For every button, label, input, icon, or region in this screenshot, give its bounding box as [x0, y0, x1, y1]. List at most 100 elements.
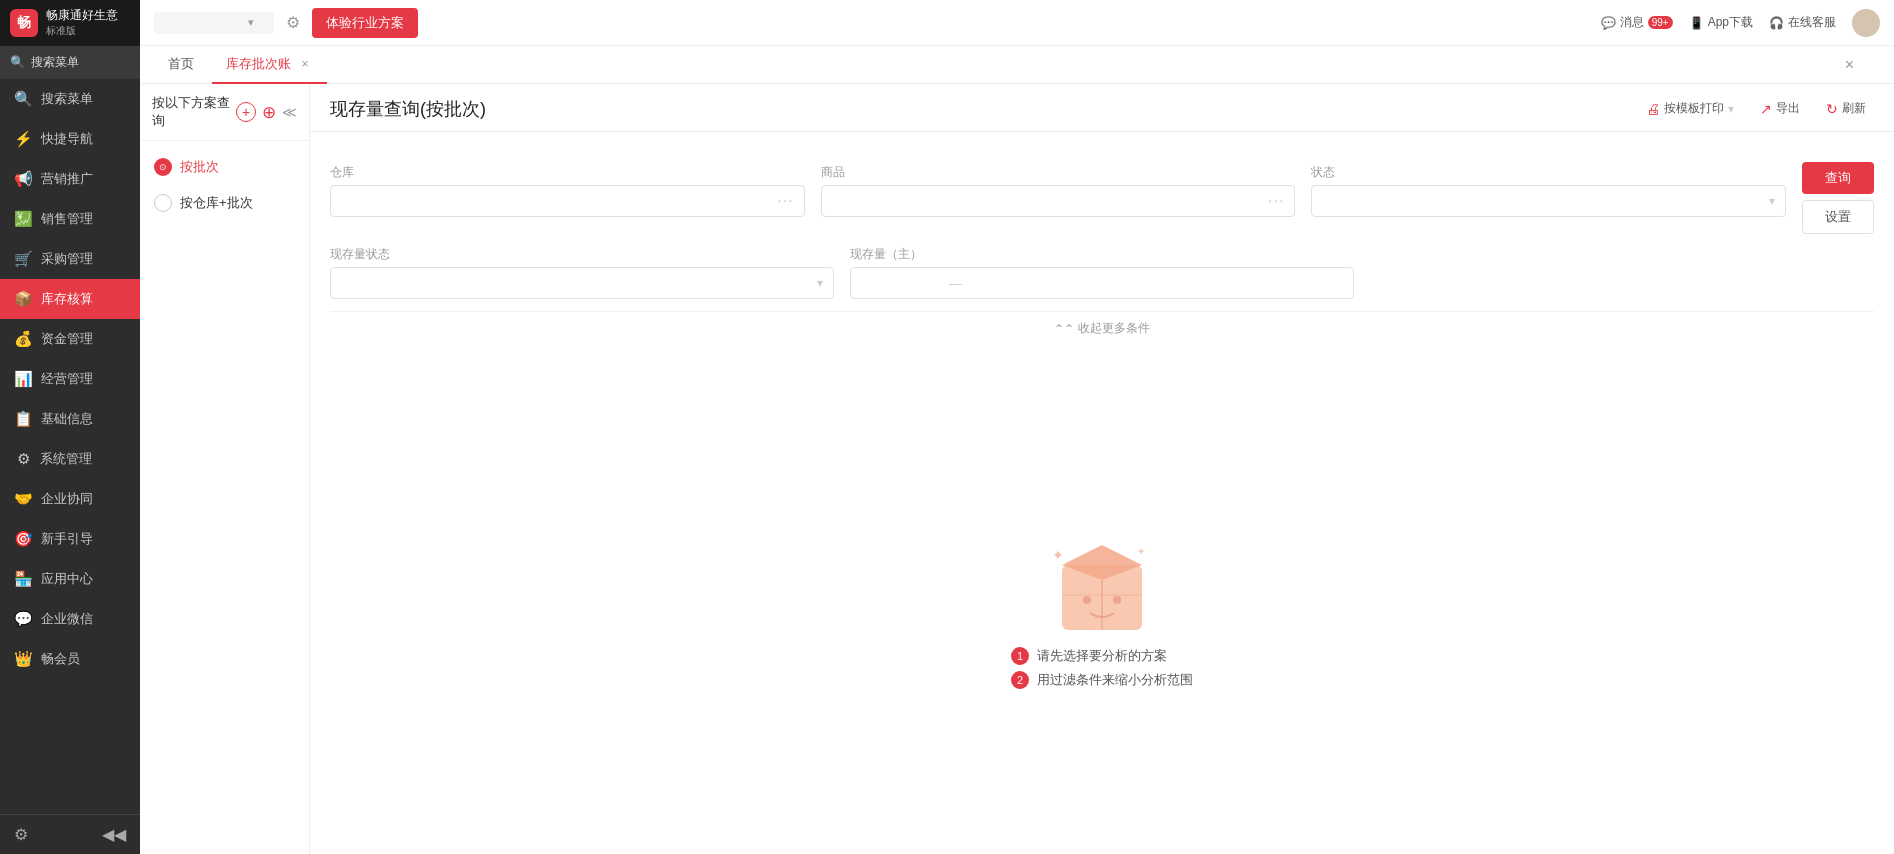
trial-btn[interactable]: 体验行业方案 — [312, 8, 418, 38]
empty-hints: 1 请先选择要分析的方案 2 用过滤条件来缩小分析范围 — [1011, 647, 1193, 689]
collapse-conditions-btn[interactable]: ⌃⌃ 收起更多条件 — [330, 311, 1874, 345]
messages-btn[interactable]: 💬 消息 99+ — [1601, 14, 1673, 31]
plan-item-by-batch[interactable]: ⊙ 按批次 — [140, 149, 309, 185]
sidebar-item-label: 企业协同 — [41, 490, 93, 508]
sidebar-item-operations[interactable]: 📊 经营管理 — [0, 359, 140, 399]
left-panel-header: 按以下方案查询 + ⊕ ≪ — [140, 84, 309, 141]
inventory-status-filter-group: 现存量状态 ▾ — [330, 246, 834, 299]
inventory-main-to[interactable] — [970, 276, 1050, 291]
settings-bottom-icon[interactable]: ⚙ — [14, 825, 28, 844]
settings-btn[interactable]: 设置 — [1802, 200, 1874, 234]
status-label: 状态 — [1311, 164, 1786, 181]
inventory-main-from[interactable] — [861, 276, 941, 291]
plan-item-label: 按批次 — [180, 158, 219, 176]
sidebar-search[interactable]: 🔍 搜索菜单 — [0, 46, 140, 79]
app-download-btn[interactable]: 📱 App下载 — [1689, 14, 1753, 31]
filter-row-1: 仓库 ··· 商品 ··· — [330, 146, 1874, 234]
inventory-status-select[interactable]: ▾ — [330, 267, 834, 299]
quick-nav-icon: ⚡ — [14, 130, 33, 148]
empty-hint-1: 1 请先选择要分析的方案 — [1011, 647, 1193, 665]
tab-home[interactable]: 首页 — [154, 46, 208, 84]
sidebar-item-sales[interactable]: 💹 销售管理 — [0, 199, 140, 239]
status-select[interactable]: ▾ — [1311, 185, 1786, 217]
sales-icon: 💹 — [14, 210, 33, 228]
hint-num-1: 1 — [1011, 647, 1029, 665]
appstore-icon: 🏪 — [14, 570, 33, 588]
app-logo: 畅 — [10, 9, 38, 37]
warehouse-input[interactable]: ··· — [330, 185, 805, 217]
svg-point-7 — [1113, 596, 1121, 604]
main-content: ▾ ⚙ 体验行业方案 💬 消息 99+ 📱 App下载 🎧 在线客服 首页 — [140, 0, 1894, 854]
range-dash: — — [949, 276, 962, 291]
settings-plan-icon[interactable]: ⊕ — [262, 102, 276, 123]
sidebar-item-finance[interactable]: 💰 资金管理 — [0, 319, 140, 359]
refresh-label: 刷新 — [1842, 100, 1866, 117]
empty-box-svg: ✦ ✦ — [1042, 525, 1162, 635]
tab-close-icon[interactable]: × — [297, 56, 313, 72]
plan-item-by-warehouse-batch[interactable]: 按仓库+批次 — [140, 185, 309, 221]
finance-icon: 💰 — [14, 330, 33, 348]
collapse-sidebar-icon[interactable]: ◀◀ — [102, 825, 126, 844]
svg-text:✦: ✦ — [1137, 546, 1145, 557]
sidebar-item-newbie[interactable]: 🎯 新手引导 — [0, 519, 140, 559]
sidebar-item-system[interactable]: ⚙ 系统管理 — [0, 439, 140, 479]
wechat-icon: 💬 — [14, 610, 33, 628]
print-template-btn[interactable]: 🖨 按模板打印 ▾ — [1638, 96, 1742, 121]
topbar-search-wrap[interactable]: ▾ — [154, 12, 274, 34]
sidebar-item-label: 经营管理 — [41, 370, 93, 388]
left-panel-title: 按以下方案查询 — [152, 94, 236, 130]
export-label: 导出 — [1776, 100, 1800, 117]
topbar-search-input[interactable] — [164, 16, 244, 30]
sidebar-item-label: 销售管理 — [41, 210, 93, 228]
empty-hint-2: 2 用过滤条件来缩小分析范围 — [1011, 671, 1193, 689]
sidebar-item-enterprise[interactable]: 🤝 企业协同 — [0, 479, 140, 519]
member-icon: 👑 — [14, 650, 33, 668]
user-avatar[interactable] — [1852, 9, 1880, 37]
sidebar-item-basic[interactable]: 📋 基础信息 — [0, 399, 140, 439]
sidebar-item-search[interactable]: 🔍 搜索菜单 — [0, 79, 140, 119]
warehouse-dots-icon[interactable]: ··· — [777, 192, 793, 210]
query-btn[interactable]: 查询 — [1802, 162, 1874, 194]
collapse-left-panel-icon[interactable]: ≪ — [282, 104, 297, 120]
add-plan-icon[interactable]: + — [236, 102, 256, 122]
sidebar-item-inventory[interactable]: 📦 库存核算 — [0, 279, 140, 319]
sidebar-item-marketing[interactable]: 📢 营销推广 — [0, 159, 140, 199]
online-service-label: 在线客服 — [1788, 14, 1836, 31]
sidebar-item-wechat[interactable]: 💬 企业微信 — [0, 599, 140, 639]
print-label: 按模板打印 — [1664, 100, 1724, 117]
hint-text-2: 用过滤条件来缩小分析范围 — [1037, 671, 1193, 689]
sidebar-item-label: 采购管理 — [41, 250, 93, 268]
sidebar-item-purchase[interactable]: 🛒 采购管理 — [0, 239, 140, 279]
sidebar-item-appstore[interactable]: 🏪 应用中心 — [0, 559, 140, 599]
export-btn[interactable]: ↗ 导出 — [1752, 96, 1808, 121]
empty-illustration: ✦ ✦ — [1042, 525, 1162, 635]
sidebar-item-member[interactable]: 👑 畅会员 — [0, 639, 140, 679]
left-panel-actions: + ⊕ ≪ — [236, 102, 297, 123]
topbar-dropdown-icon[interactable]: ▾ — [248, 16, 254, 29]
tabbar-close-btn[interactable]: × — [1845, 56, 1854, 74]
sidebar-item-label: 企业微信 — [41, 610, 93, 628]
inventory-main-range[interactable]: — — [850, 267, 1354, 299]
filter-area: 仓库 ··· 商品 ··· — [310, 132, 1894, 359]
warehouse-label: 仓库 — [330, 164, 805, 181]
product-dots-icon[interactable]: ··· — [1268, 192, 1284, 210]
messages-badge: 99+ — [1648, 16, 1673, 29]
print-dropdown-icon: ▾ — [1728, 102, 1734, 116]
product-input[interactable]: ··· — [821, 185, 1296, 217]
status-filter-group: 状态 ▾ — [1311, 164, 1786, 217]
system-icon: ⚙ — [14, 450, 32, 468]
enterprise-icon: 🤝 — [14, 490, 33, 508]
hint-num-2: 2 — [1011, 671, 1029, 689]
refresh-btn[interactable]: ↻ 刷新 — [1818, 96, 1874, 121]
sidebar-item-label: 畅会员 — [41, 650, 80, 668]
app-download-icon: 📱 — [1689, 16, 1704, 30]
app-title-wrap: 畅康通好生意 标准版 — [46, 8, 118, 38]
tab-inventory-batch[interactable]: 库存批次账 × — [212, 46, 327, 84]
sidebar-item-label: 资金管理 — [41, 330, 93, 348]
sidebar-item-label: 快捷导航 — [41, 130, 93, 148]
sidebar-item-quick-nav[interactable]: ⚡ 快捷导航 — [0, 119, 140, 159]
purchase-icon: 🛒 — [14, 250, 33, 268]
product-filter-group: 商品 ··· — [821, 164, 1296, 217]
online-service-btn[interactable]: 🎧 在线客服 — [1769, 14, 1836, 31]
topbar-gear-icon[interactable]: ⚙ — [282, 9, 304, 36]
